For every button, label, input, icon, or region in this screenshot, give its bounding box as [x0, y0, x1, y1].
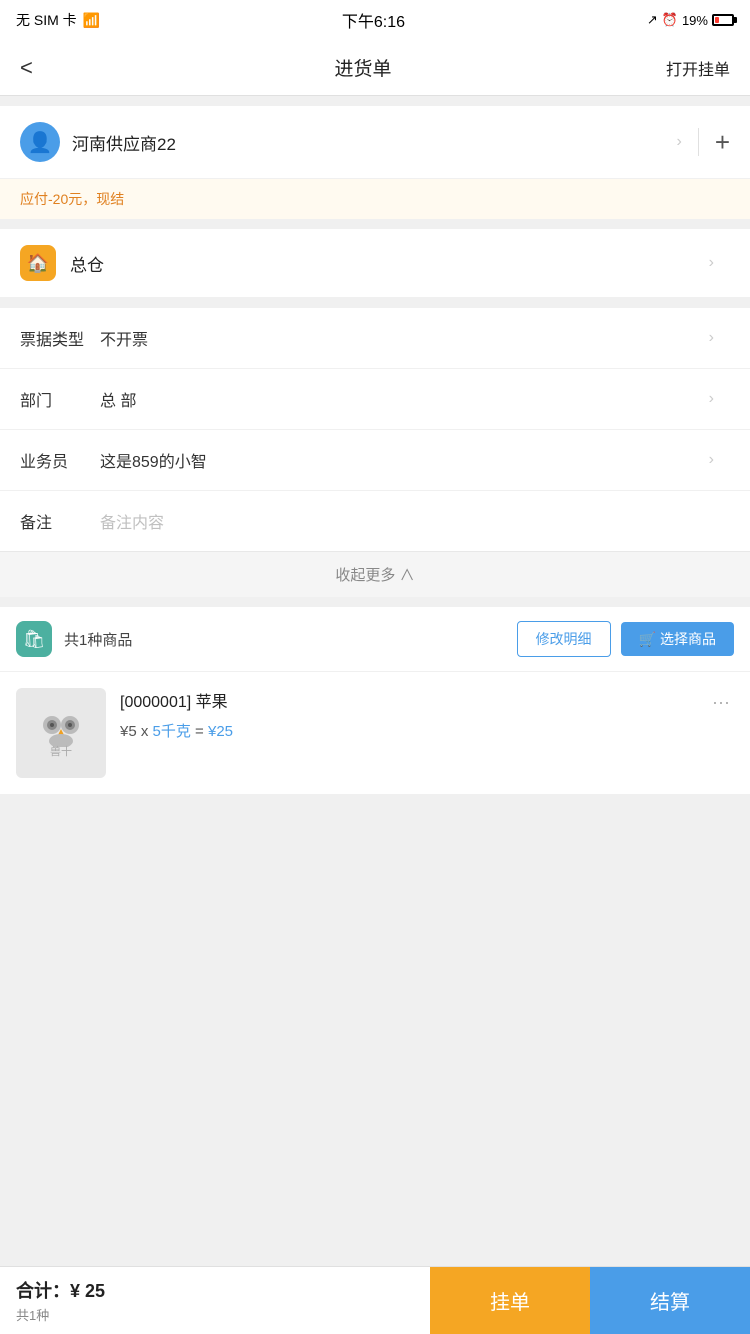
product-section: 🛍 共1种商品 修改明细 🛒 选择商品 [0, 607, 750, 794]
invoice-label: 票据类型 [20, 326, 100, 350]
product-item: 兽十 [0000001] 苹果 ¥5 x 5千克 = ¥25 ··· [0, 672, 750, 794]
product-thumbnail: 兽十 [16, 688, 106, 778]
form-section: 票据类型 不开票 › 部门 总 部 › 业务员 这是859的小智 › 备注 备注… [0, 307, 750, 597]
alarm-icon: ⏰ [662, 12, 678, 28]
status-left: 无 SIM 卡 📶 [16, 10, 100, 30]
warehouse-row[interactable]: 🏠 总仓 › [0, 229, 750, 297]
product-code: [0000001] [120, 694, 196, 711]
product-title: 苹果 [196, 694, 228, 711]
bottom-bar: 合计：¥ 25 共1种 挂单 结算 [0, 1266, 750, 1334]
total-section: 合计：¥ 25 共1种 [0, 1267, 430, 1334]
payment-hint: 应付-20元，现结 [0, 179, 750, 219]
remark-input[interactable]: 备注内容 [100, 509, 730, 533]
product-count: 共1种商品 [64, 629, 517, 650]
remark-row[interactable]: 备注 备注内容 [0, 490, 750, 551]
quantity: 5千克 [153, 723, 191, 740]
carrier-text: 无 SIM 卡 [16, 10, 77, 30]
owl-logo-icon [36, 707, 86, 747]
warehouse-section: 🏠 总仓 › [0, 229, 750, 297]
product-info: [0000001] 苹果 ¥5 x 5千克 = ¥25 [120, 688, 694, 741]
supplier-section: 👤 河南供应商22 › + 应付-20元，现结 [0, 106, 750, 219]
product-price: ¥5 x 5千克 = ¥25 [120, 720, 694, 741]
gap-1 [0, 96, 750, 106]
sales-value: 这是859的小智 [100, 448, 709, 472]
select-product-button[interactable]: 🛒 选择商品 [621, 622, 734, 656]
nav-bar: < 进货单 打开挂单 [0, 40, 750, 96]
supplier-chevron-icon: › [676, 133, 681, 151]
avatar-icon: 👤 [28, 130, 53, 155]
total-sub: 共1种 [16, 1305, 414, 1324]
product-more-button[interactable]: ··· [708, 688, 734, 717]
checkout-button[interactable]: 结算 [590, 1267, 750, 1334]
product-header: 🛍 共1种商品 修改明细 🛒 选择商品 [0, 607, 750, 672]
equals: = [191, 723, 208, 740]
invoice-value: 不开票 [100, 326, 709, 350]
warehouse-icon: 🏠 [20, 245, 56, 281]
select-product-icon: 🛒 [639, 631, 656, 648]
status-time: 下午6:16 [342, 8, 405, 32]
total-text: 合计： [16, 1281, 70, 1301]
select-product-label: 选择商品 [660, 629, 716, 649]
supplier-divider [698, 128, 699, 156]
warehouse-name: 总仓 [70, 251, 709, 276]
supplier-avatar: 👤 [20, 122, 60, 162]
dept-value: 总 部 [100, 387, 709, 411]
open-hang-button[interactable]: 打开挂单 [666, 56, 730, 80]
remark-label: 备注 [20, 509, 100, 533]
location-icon: ↗ [647, 12, 658, 28]
modify-detail-button[interactable]: 修改明细 [517, 621, 611, 657]
sales-chevron-icon: › [709, 451, 714, 469]
total-label: 合计：¥ 25 [16, 1277, 414, 1303]
collapse-button[interactable]: 收起更多 ∧ [0, 551, 750, 597]
total-price: ¥25 [208, 723, 233, 740]
hang-button[interactable]: 挂单 [430, 1267, 590, 1334]
dept-chevron-icon: › [709, 390, 714, 408]
add-supplier-button[interactable]: + [715, 127, 730, 158]
battery-fill [715, 17, 719, 23]
gap-4 [0, 597, 750, 607]
page-title: 进货单 [334, 54, 391, 81]
sales-row[interactable]: 业务员 这是859的小智 › [0, 429, 750, 490]
total-value: ¥ 25 [70, 1281, 105, 1301]
sales-label: 业务员 [20, 448, 100, 472]
status-bar: 无 SIM 卡 📶 下午6:16 ↗ ⏰ 19% [0, 0, 750, 40]
status-right: ↗ ⏰ 19% [647, 12, 734, 28]
dept-label: 部门 [20, 387, 100, 411]
invoice-chevron-icon: › [709, 329, 714, 347]
product-bag-icon: 🛍 [16, 621, 52, 657]
back-button[interactable]: < [20, 55, 60, 81]
owl-label: 兽十 [50, 743, 72, 759]
supplier-row[interactable]: 👤 河南供应商22 › + [0, 106, 750, 179]
battery-icon [712, 14, 734, 26]
supplier-name: 河南供应商22 [72, 130, 676, 155]
gap-2 [0, 219, 750, 229]
battery-percent: 19% [682, 13, 708, 28]
warehouse-chevron-icon: › [709, 254, 714, 272]
gap-3 [0, 297, 750, 307]
dept-row[interactable]: 部门 总 部 › [0, 368, 750, 429]
bottom-padding [0, 794, 750, 874]
wifi-icon: 📶 [83, 12, 100, 29]
invoice-row[interactable]: 票据类型 不开票 › [0, 307, 750, 368]
unit-price: ¥5 x [120, 723, 153, 740]
product-name: [0000001] 苹果 [120, 688, 694, 712]
